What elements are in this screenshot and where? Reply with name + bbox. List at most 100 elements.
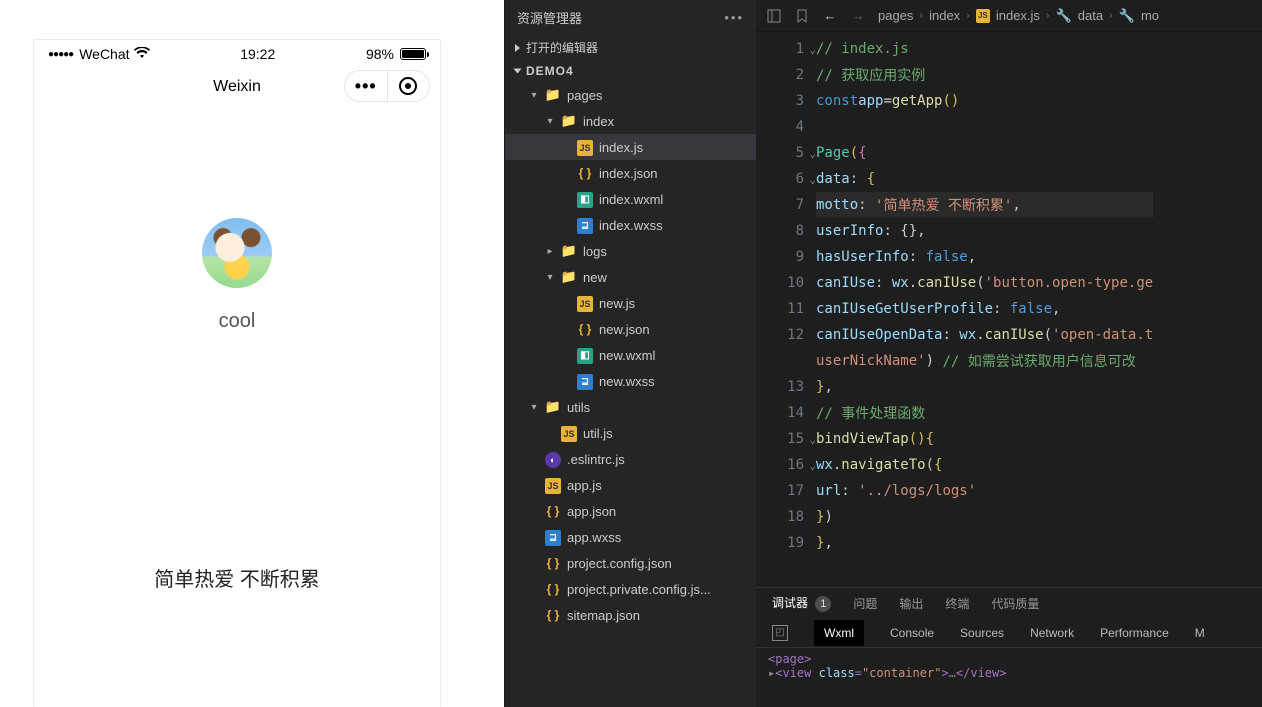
file-row[interactable]: ⊒index.wxss — [505, 212, 756, 238]
file-row[interactable]: ⊒app.wxss — [505, 524, 756, 550]
json-icon: { } — [577, 165, 593, 181]
breadcrumb-segment[interactable]: pages — [878, 8, 913, 23]
file-row[interactable]: { }app.json — [505, 498, 756, 524]
breadcrumb-segment[interactable]: index — [929, 8, 960, 23]
tab-more[interactable]: M — [1195, 626, 1205, 640]
file-row[interactable]: JSutil.js — [505, 420, 756, 446]
open-editors-section[interactable]: 打开的编辑器 — [505, 35, 756, 60]
fold-icon[interactable]: ⌄ — [809, 147, 816, 160]
file-row[interactable]: { }index.json — [505, 160, 756, 186]
folder-row[interactable]: ▾📁pages — [505, 82, 756, 108]
code-line[interactable]: wx.navigateTo({ — [816, 452, 1153, 478]
file-label: app.wxss — [567, 530, 621, 545]
code-line[interactable]: // 事件处理函数 — [816, 400, 1153, 426]
file-label: .eslintrc.js — [567, 452, 625, 467]
inspect-icon[interactable]: ◰ — [772, 625, 788, 641]
explorer-panel: 资源管理器 ••• 打开的编辑器 DEMO4 ▾📁pages▾📁indexJSi… — [504, 0, 756, 707]
fold-icon[interactable]: ⌄ — [809, 43, 816, 56]
folder-row[interactable]: ▾📁new — [505, 264, 756, 290]
folder-row[interactable]: ▾📁index — [505, 108, 756, 134]
capsule-close-icon[interactable] — [388, 71, 430, 101]
file-label: app.js — [567, 478, 602, 493]
code-line[interactable]: }, — [816, 530, 1153, 556]
line-number: 6⌄ — [756, 166, 804, 192]
capsule-button[interactable]: ••• — [344, 70, 430, 102]
code-area[interactable]: 1⌄2345⌄6⌄789101112131415⌄16⌄171819 // in… — [756, 32, 1262, 587]
code-line[interactable]: canIUseOpenData: wx.canIUse('open-data.t — [816, 322, 1153, 348]
code-line[interactable]: }, — [816, 374, 1153, 400]
folder-row[interactable]: ▾📁utils — [505, 394, 756, 420]
code-line[interactable]: const app = getApp() — [816, 88, 1153, 114]
wxml-tree[interactable]: <page> ▸<view class="container">…</view> — [756, 648, 1262, 684]
avatar[interactable] — [202, 218, 272, 288]
chevron-icon: ▸ — [545, 246, 555, 257]
file-label: pages — [567, 88, 602, 103]
file-label: new — [583, 270, 607, 285]
file-row[interactable]: ◐.eslintrc.js — [505, 446, 756, 472]
breadcrumb[interactable]: pages›index›JSindex.js›🔧data›🔧mo — [878, 8, 1159, 24]
tab-performance[interactable]: Performance — [1100, 626, 1169, 640]
code-line[interactable]: url: '../logs/logs' — [816, 478, 1153, 504]
code-line[interactable]: motto: '简单热爱 不断积累', — [816, 192, 1153, 218]
js-icon: JS — [561, 425, 577, 442]
tab-quality[interactable]: 代码质量 — [991, 595, 1039, 612]
file-row[interactable]: { }sitemap.json — [505, 602, 756, 628]
code-line[interactable]: userNickName') // 如需尝试获取用户信息可改 — [816, 348, 1153, 374]
tab-debugger[interactable]: 调试器 1 — [772, 594, 831, 612]
code-line[interactable]: // 获取应用实例 — [816, 62, 1153, 88]
file-label: index.wxml — [599, 192, 663, 207]
file-row[interactable]: JSapp.js — [505, 472, 756, 498]
code-line[interactable]: canIUse: wx.canIUse('button.open-type.ge — [816, 270, 1153, 296]
fold-icon[interactable]: ⌄ — [809, 433, 816, 446]
editor-panel: ← → pages›index›JSindex.js›🔧data›🔧mo 1⌄2… — [756, 0, 1262, 707]
more-icon[interactable]: ••• — [724, 10, 744, 25]
code-line[interactable]: bindViewTap() { — [816, 426, 1153, 452]
line-number — [756, 348, 804, 374]
file-row[interactable]: { }project.config.json — [505, 550, 756, 576]
project-root-section[interactable]: DEMO4 — [505, 60, 756, 82]
tab-network[interactable]: Network — [1030, 626, 1074, 640]
code-line[interactable]: hasUserInfo: false, — [816, 244, 1153, 270]
breadcrumb-segment[interactable]: mo — [1141, 8, 1159, 23]
layout-icon[interactable] — [766, 8, 782, 24]
capsule-menu-icon[interactable]: ••• — [345, 71, 388, 101]
code-line[interactable]: userInfo: {}, — [816, 218, 1153, 244]
file-tree: ▾📁pages▾📁indexJSindex.js{ }index.json◧in… — [505, 82, 756, 636]
tab-output[interactable]: 输出 — [899, 595, 923, 612]
breadcrumb-separator: › — [966, 10, 970, 22]
file-row[interactable]: ◧index.wxml — [505, 186, 756, 212]
file-row[interactable]: { }project.private.config.js... — [505, 576, 756, 602]
bookmark-icon[interactable] — [794, 8, 810, 24]
line-number: 5⌄ — [756, 140, 804, 166]
file-row[interactable]: { }new.json — [505, 316, 756, 342]
file-label: index — [583, 114, 614, 129]
file-row[interactable]: ⊒new.wxss — [505, 368, 756, 394]
code-body[interactable]: // index.js// 获取应用实例const app = getApp()… — [816, 32, 1153, 587]
file-label: new.json — [599, 322, 650, 337]
code-line[interactable] — [816, 114, 1153, 140]
tab-console[interactable]: Console — [890, 626, 934, 640]
fold-icon[interactable]: ⌄ — [809, 459, 816, 472]
fold-icon[interactable]: ⌄ — [809, 173, 816, 186]
code-line[interactable]: // index.js — [816, 36, 1153, 62]
code-line[interactable]: data: { — [816, 166, 1153, 192]
breadcrumb-segment[interactable]: index.js — [996, 8, 1040, 23]
tab-wxml[interactable]: Wxml — [814, 620, 864, 646]
code-line[interactable]: Page({ — [816, 140, 1153, 166]
file-row[interactable]: ◧new.wxml — [505, 342, 756, 368]
code-line[interactable]: }) — [816, 504, 1153, 530]
file-row[interactable]: JSindex.js — [505, 134, 756, 160]
folder-row[interactable]: ▸📁logs — [505, 238, 756, 264]
chevron-icon: ▾ — [529, 402, 539, 413]
nav-forward-icon[interactable]: → — [850, 8, 866, 24]
line-number: 12 — [756, 322, 804, 348]
tab-terminal[interactable]: 终端 — [945, 595, 969, 612]
tab-problems[interactable]: 问题 — [853, 595, 877, 612]
chevron-icon: ▾ — [545, 116, 555, 127]
nav-back-icon[interactable]: ← — [822, 8, 838, 24]
tab-sources[interactable]: Sources — [960, 626, 1004, 640]
breadcrumb-segment[interactable]: data — [1078, 8, 1103, 23]
code-line[interactable]: canIUseGetUserProfile: false, — [816, 296, 1153, 322]
line-number: 11 — [756, 296, 804, 322]
file-row[interactable]: JSnew.js — [505, 290, 756, 316]
